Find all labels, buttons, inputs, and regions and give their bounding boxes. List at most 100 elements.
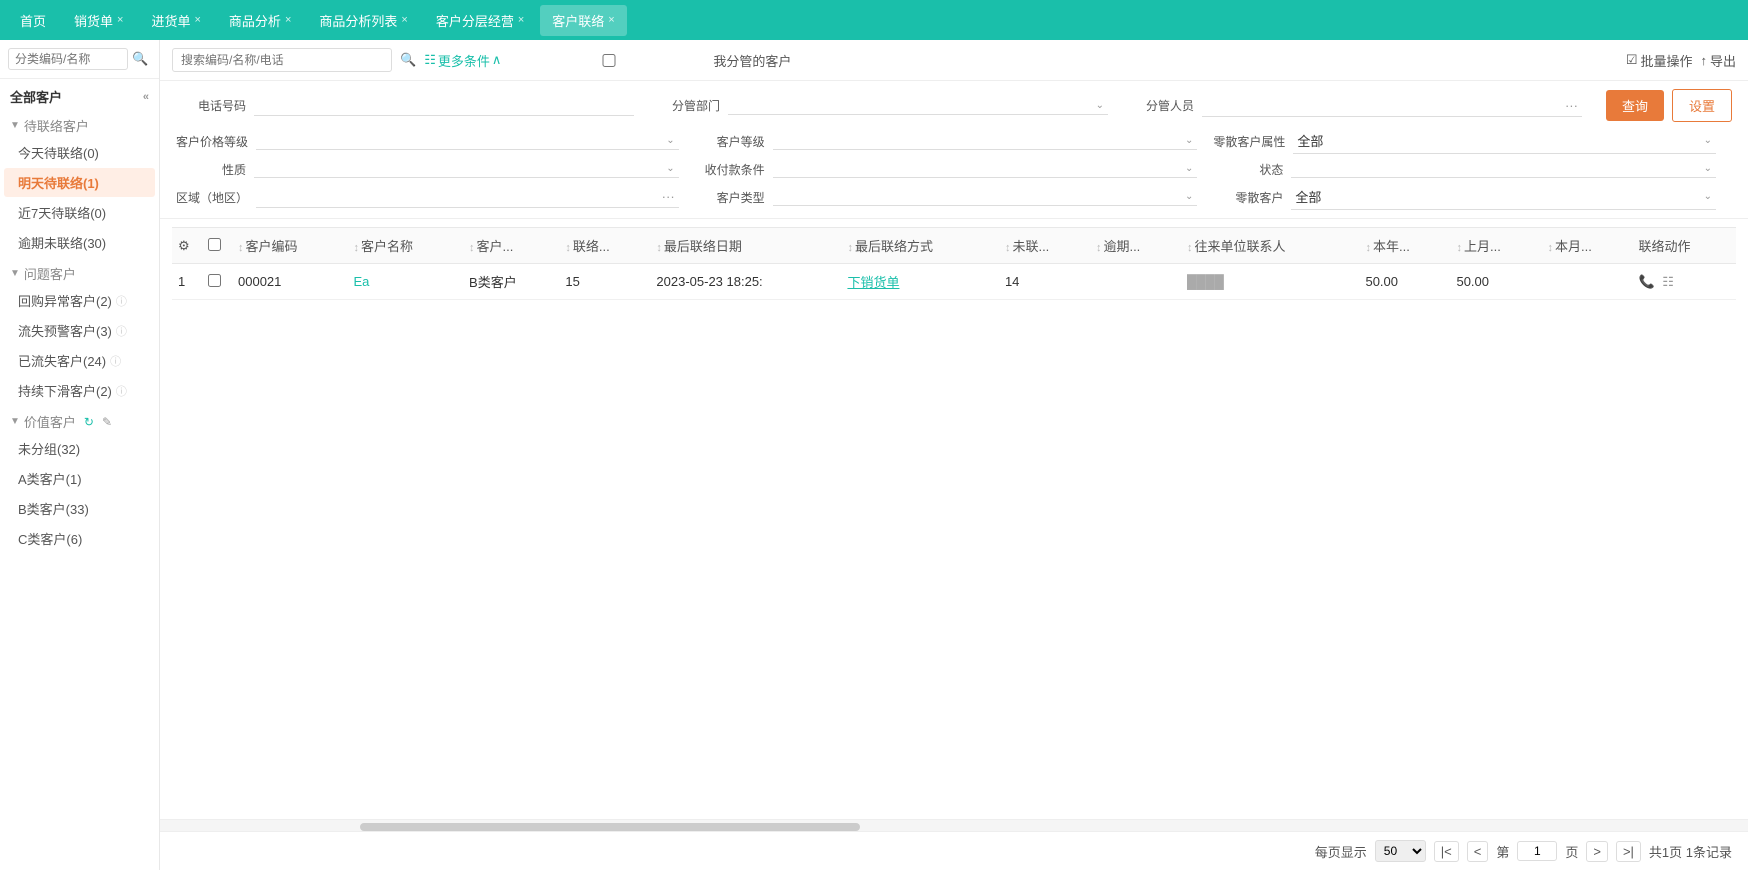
row-checkbox[interactable] [208,274,221,287]
nav-purchase-close[interactable]: × [194,14,200,26]
filter-cell-nature: 性质 ⌄ [176,160,695,178]
col-last-date[interactable]: ↕最后联络日期 [650,228,841,264]
nav-customer-contact[interactable]: 客户联络 × [540,5,626,36]
scrollbar-track [160,823,1748,831]
sidebar-item-repurchase-abnormal[interactable]: 回购异常客户(2) ⓘ [4,286,155,315]
col-this-year[interactable]: ↕本年... [1359,228,1450,264]
col-this-month[interactable]: ↕本月... [1541,228,1632,264]
data-table: ⚙ ↕客户编码 ↕客户名称 ↕客户... ↕联络... ↕最后联络日期 ↕最后联… [172,227,1736,300]
col-settings[interactable]: ⚙ [172,228,202,264]
nav-purchase[interactable]: 进货单 × [139,5,212,36]
sidebar-item-class-a[interactable]: A类客户(1) [4,464,155,493]
customer-level-select[interactable]: ⌄ [773,132,1198,150]
cell-last-method[interactable]: 下销货单 [841,264,999,300]
group-value-customer[interactable]: ▼ 价值客户 ↻ ✎ [0,406,159,433]
group-pending-contact[interactable]: ▼ 待联络客户 [0,110,159,137]
customer-type-select[interactable]: ⌄ [773,188,1198,206]
status-select[interactable]: ⌄ [1291,160,1716,178]
sidebar-item-overdue-contact[interactable]: 逾期未联络(30) [4,228,155,257]
manager-dots-icon[interactable]: ··· [1565,98,1578,113]
nav-sales[interactable]: 销货单 × [62,5,135,36]
sidebar-item-class-c[interactable]: C类客户(6) [4,524,155,553]
sidebar-item-week-contact[interactable]: 近7天待联络(0) [4,198,155,227]
col-unlink[interactable]: ↕未联... [999,228,1090,264]
nav-goods-analysis[interactable]: 商品分析 × [217,5,303,36]
value-customer-refresh-icon[interactable]: ↻ [84,415,94,429]
col-last-method[interactable]: ↕最后联络方式 [841,228,999,264]
page-input[interactable] [1517,841,1557,861]
price-level-select[interactable]: ⌄ [256,132,679,150]
batch-op-label: 批量操作 [1640,51,1692,70]
search-input[interactable] [172,48,392,72]
payment-select[interactable]: ⌄ [773,160,1198,178]
nav-sales-close[interactable]: × [117,14,123,26]
action-phone-icon[interactable]: 📞 [1638,274,1654,289]
export-btn[interactable]: ↑ 导出 [1700,51,1736,70]
sort-icon-type: ↕ [469,242,475,254]
table-row: 1 000021 Ea B类客户 15 2023-05-23 18:25: 下销… [172,264,1736,300]
nature-select[interactable]: ⌄ [254,160,679,178]
sidebar-item-churned[interactable]: 已流失客户(24) ⓘ [4,346,155,375]
retail-attr-select[interactable]: 全部 ⌄ [1293,128,1716,154]
col-contact-person[interactable]: ↕往来单位联系人 [1181,228,1360,264]
nav-goods-analysis-list[interactable]: 商品分析列表 × [307,5,419,36]
batch-op-btn[interactable]: ☑ 批量操作 [1626,51,1693,70]
cell-action[interactable]: 📞 ☷ [1632,264,1736,300]
dept-select[interactable]: ⌄ [728,97,1108,115]
col-name[interactable]: ↕客户名称 [348,228,464,264]
nav-customer-contact-close[interactable]: × [608,14,614,26]
my-customer-checkbox[interactable] [509,54,709,67]
col-action-label: 联络动作 [1638,239,1690,254]
region-select[interactable]: ··· [256,186,679,208]
col-contact-num[interactable]: ↕联络... [559,228,650,264]
value-customer-edit-icon[interactable]: ✎ [102,415,112,429]
filter-cell-retail-attr: 零散客户属性 全部 ⌄ [1213,128,1732,154]
action-grid-icon[interactable]: ☷ [1662,274,1674,289]
col-code[interactable]: ↕客户编码 [232,228,348,264]
all-customers-header[interactable]: 全部客户 « [0,79,159,110]
query-btn[interactable]: 查询 [1606,90,1664,121]
prev-page-btn[interactable]: < [1467,841,1489,862]
phone-input[interactable] [254,95,634,116]
retail-customer-select[interactable]: 全部 ⌄ [1291,184,1716,210]
manager-select[interactable]: ··· [1202,95,1582,117]
setting-btn[interactable]: 设置 [1672,89,1732,122]
filter-row-1: 电话号码 分管部门 ⌄ 分管人员 ··· 查询 设置 [176,89,1732,122]
sidebar-item-today-contact[interactable]: 今天待联络(0) [4,138,155,167]
page-size-select[interactable]: 50 100 200 [1375,840,1426,862]
sidebar-item-ungrouped[interactable]: 未分组(32) [4,434,155,463]
my-customer-checkbox-label[interactable]: 我分管的客户 [509,51,791,70]
sidebar-search-input[interactable] [8,48,128,70]
group-problem-customer[interactable]: ▼ 问题客户 [0,258,159,285]
nav-customer-segmentation-close[interactable]: × [518,14,524,26]
sidebar-item-declining[interactable]: 持续下滑客户(2) ⓘ [4,376,155,405]
customer-type-label: 客户类型 [695,189,765,206]
contact-method-link[interactable]: 下销货单 [847,275,899,290]
nav-home[interactable]: 首页 [8,5,58,36]
col-overdue[interactable]: ↕逾期... [1090,228,1181,264]
search-icon-btn[interactable]: 🔍 [400,52,416,68]
sidebar-item-tomorrow-contact[interactable]: 明天待联络(1) [4,168,155,197]
scrollbar-thumb[interactable] [360,823,860,831]
customer-level-arrow-icon: ⌄ [1185,135,1193,146]
nav-goods-analysis-list-close[interactable]: × [401,14,407,26]
last-page-btn[interactable]: >| [1616,841,1641,862]
horizontal-scrollbar[interactable] [160,819,1748,831]
next-page-btn[interactable]: > [1586,841,1608,862]
nav-goods-analysis-close[interactable]: × [285,14,291,26]
sidebar-item-class-b[interactable]: B类客户(33) [4,494,155,523]
first-page-btn[interactable]: |< [1434,841,1459,862]
region-dots-icon[interactable]: ··· [662,189,675,204]
export-icon: ↑ [1700,53,1707,68]
retail-attr-label: 零散客户属性 [1213,133,1285,150]
col-type[interactable]: ↕客户... [463,228,559,264]
col-last-month[interactable]: ↕上月... [1450,228,1541,264]
sidebar-item-churn-warning[interactable]: 流失预警客户(3) ⓘ [4,316,155,345]
more-filter-btn[interactable]: ☷ 更多条件 ∧ [424,51,501,70]
more-filter-label: 更多条件 [438,51,490,70]
cell-checkbox[interactable] [202,264,232,300]
nav-customer-segmentation[interactable]: 客户分层经营 × [424,5,536,36]
select-all-checkbox[interactable] [208,238,221,251]
sidebar-search-icon[interactable]: 🔍 [132,51,148,67]
table-body: 1 000021 Ea B类客户 15 2023-05-23 18:25: 下销… [172,264,1736,300]
